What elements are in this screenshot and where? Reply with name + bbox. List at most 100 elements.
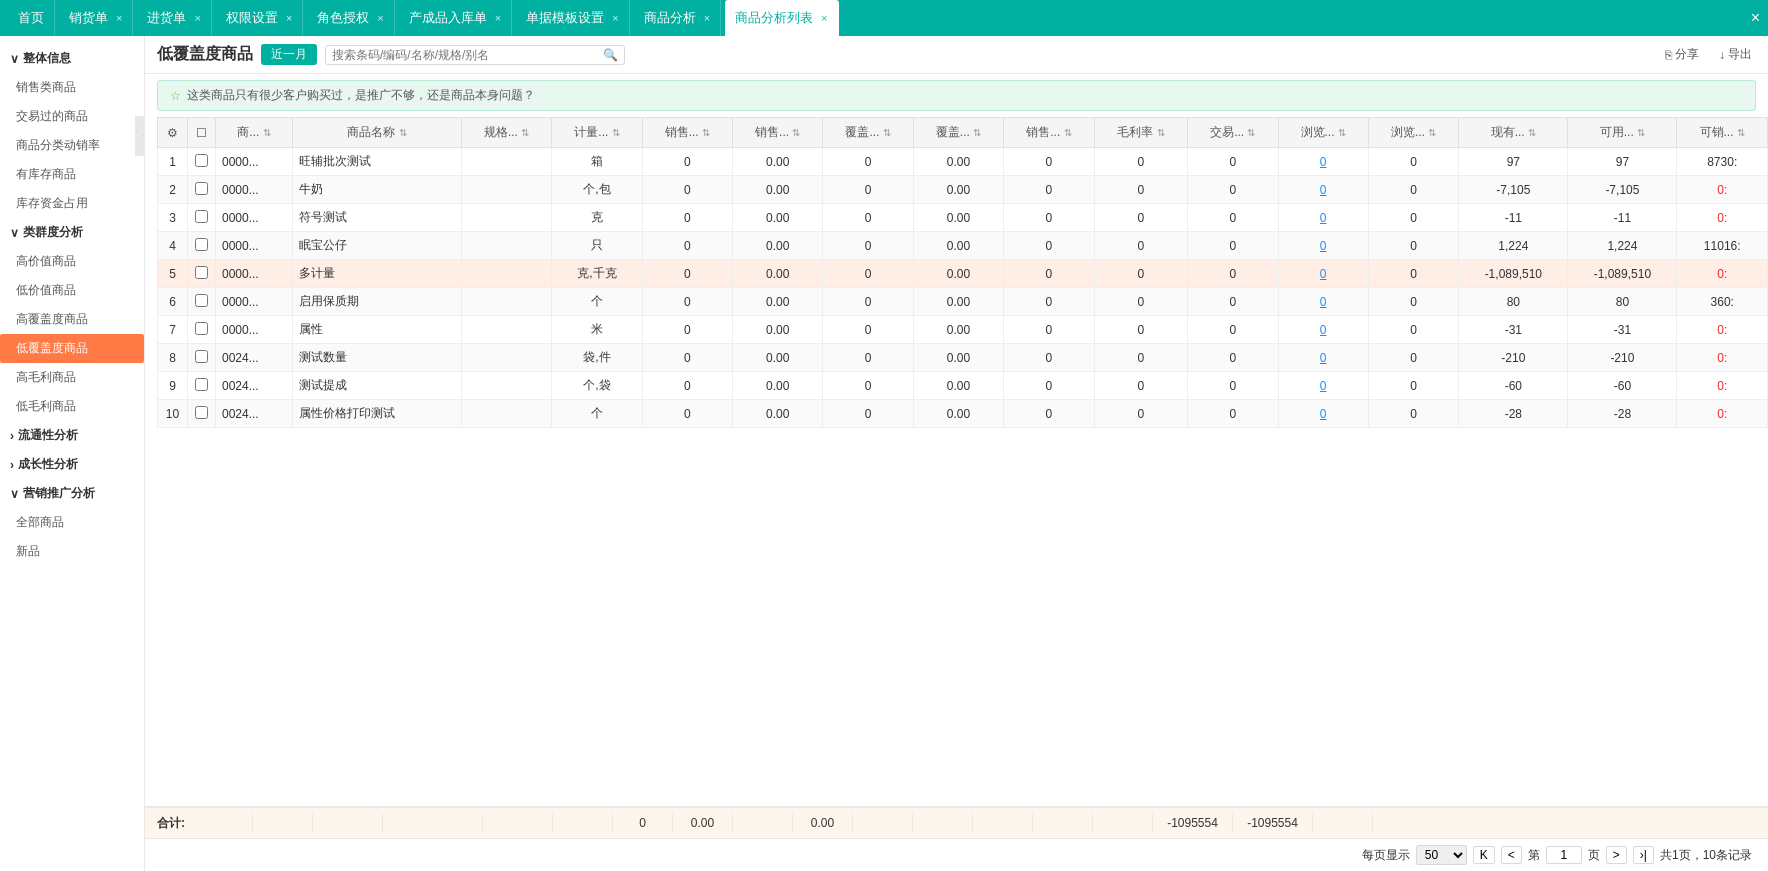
cell-checkbox[interactable] — [188, 372, 216, 400]
export-button[interactable]: ↓ 导出 — [1715, 44, 1756, 65]
cell-checkbox[interactable] — [188, 232, 216, 260]
col-margin: 毛利率 ⇅ — [1094, 118, 1188, 148]
cell-spec — [461, 372, 551, 400]
cell-checkbox[interactable] — [188, 176, 216, 204]
info-text: 这类商品只有很少客户购买过，是推广不够，还是商品本身问题？ — [187, 87, 535, 104]
close-roles-tab[interactable]: × — [377, 12, 383, 24]
sidebar-item-low-margin[interactable]: 低毛利商品 — [0, 392, 144, 421]
cell-sales2: 0.00 — [733, 288, 823, 316]
sidebar-item-stock-capital[interactable]: 库存资金占用 — [0, 189, 144, 218]
first-page-button[interactable]: K — [1473, 846, 1495, 864]
cell-browse1[interactable]: 0 — [1278, 204, 1368, 232]
cell-checkbox[interactable] — [188, 148, 216, 176]
nav-tab-warehouse[interactable]: 产成品入库单 × — [399, 0, 512, 36]
cell-trade: 0 — [1188, 232, 1278, 260]
next-page-button[interactable]: > — [1606, 846, 1627, 864]
footer-spacer10 — [973, 814, 1033, 832]
col-sales1: 销售... ⇅ — [642, 118, 732, 148]
close-purchase-tab[interactable]: × — [194, 12, 200, 24]
close-permissions-tab[interactable]: × — [286, 12, 292, 24]
nav-tab-analysis-list[interactable]: 商品分析列表 × — [725, 0, 838, 36]
cell-checkbox[interactable] — [188, 204, 216, 232]
cell-cover2: 0.00 — [913, 372, 1003, 400]
cell-sales2: 0.00 — [733, 148, 823, 176]
sidebar-group-liquidity[interactable]: › 流通性分析 — [0, 421, 144, 450]
cell-spec — [461, 204, 551, 232]
close-template-tab[interactable]: × — [612, 12, 618, 24]
go-label: 第 — [1528, 847, 1540, 864]
sidebar-group-growth[interactable]: › 成长性分析 — [0, 450, 144, 479]
sidebar-item-category-rate[interactable]: 商品分类动销率 — [0, 131, 144, 160]
sidebar-item-stock-goods[interactable]: 有库存商品 — [0, 160, 144, 189]
sidebar-collapse-button[interactable]: 《 — [135, 116, 145, 156]
sidebar-item-low-value[interactable]: 低价值商品 — [0, 276, 144, 305]
cell-margin: 0 — [1094, 316, 1188, 344]
footer-spacer3 — [313, 814, 383, 832]
cell-browse1[interactable]: 0 — [1278, 316, 1368, 344]
cell-browse1[interactable]: 0 — [1278, 176, 1368, 204]
cell-margin: 0 — [1094, 204, 1188, 232]
nav-tab-permissions[interactable]: 权限设置 × — [216, 0, 303, 36]
close-all-tabs[interactable]: × — [1751, 9, 1760, 27]
col-settings[interactable]: ⚙ — [158, 118, 188, 148]
search-icon[interactable]: 🔍 — [603, 48, 618, 62]
table-header-row: ⚙ ☐ 商... ⇅ 商品名称 ⇅ 规格... ⇅ 计量... ⇅ 销售... … — [158, 118, 1768, 148]
prev-page-button[interactable]: < — [1501, 846, 1522, 864]
data-table: ⚙ ☐ 商... ⇅ 商品名称 ⇅ 规格... ⇅ 计量... ⇅ 销售... … — [157, 117, 1768, 428]
close-warehouse-tab[interactable]: × — [495, 12, 501, 24]
cell-checkbox[interactable] — [188, 400, 216, 428]
col-cover1: 覆盖... ⇅ — [823, 118, 913, 148]
cell-spec — [461, 344, 551, 372]
cell-checkbox[interactable] — [188, 344, 216, 372]
cell-browse1[interactable]: 0 — [1278, 344, 1368, 372]
close-analysis-tab[interactable]: × — [704, 12, 710, 24]
nav-tab-analysis[interactable]: 商品分析 × — [634, 0, 721, 36]
sidebar-item-low-coverage[interactable]: 低覆盖度商品 — [0, 334, 144, 363]
cell-browse1[interactable]: 0 — [1278, 148, 1368, 176]
cell-browse1[interactable]: 0 — [1278, 400, 1368, 428]
time-filter-button[interactable]: 近一月 — [261, 44, 317, 65]
nav-tab-template[interactable]: 单据模板设置 × — [516, 0, 629, 36]
cell-spec — [461, 400, 551, 428]
sidebar-group-overview[interactable]: ∨ 整体信息 — [0, 44, 144, 73]
sidebar-group-marketing[interactable]: ∨ 营销推广分析 — [0, 479, 144, 508]
sidebar-item-high-value[interactable]: 高价值商品 — [0, 247, 144, 276]
search-input[interactable] — [332, 48, 599, 62]
cell-browse1[interactable]: 0 — [1278, 260, 1368, 288]
cell-spec — [461, 288, 551, 316]
cell-cover2: 0.00 — [913, 316, 1003, 344]
search-box: 🔍 — [325, 45, 625, 65]
cell-code: 0024... — [216, 400, 293, 428]
nav-tab-purchase[interactable]: 进货单 × — [137, 0, 211, 36]
sidebar-item-high-margin[interactable]: 高毛利商品 — [0, 363, 144, 392]
nav-tab-home[interactable]: 首页 — [8, 0, 55, 36]
col-code: 商... ⇅ — [216, 118, 293, 148]
sidebar-item-all-goods[interactable]: 全部商品 — [0, 508, 144, 537]
cell-browse1[interactable]: 0 — [1278, 232, 1368, 260]
sidebar-item-high-coverage[interactable]: 高覆盖度商品 — [0, 305, 144, 334]
cell-checkbox[interactable] — [188, 288, 216, 316]
nav-tab-sales[interactable]: 销货单 × — [59, 0, 133, 36]
sidebar-item-traded-goods[interactable]: 交易过的商品 — [0, 102, 144, 131]
share-button[interactable]: ⎘ 分享 — [1661, 44, 1703, 65]
close-sales-tab[interactable]: × — [116, 12, 122, 24]
table-row: 8 0024... 测试数量 袋,件 0 0.00 0 0.00 0 0 0 0… — [158, 344, 1768, 372]
col-checkbox[interactable]: ☐ — [188, 118, 216, 148]
close-analysis-list-tab[interactable]: × — [821, 12, 827, 24]
last-page-button[interactable]: ›| — [1633, 846, 1654, 864]
cell-sales1: 0 — [642, 176, 732, 204]
nav-tab-roles[interactable]: 角色授权 × — [307, 0, 394, 36]
cell-checkbox[interactable] — [188, 316, 216, 344]
page-input[interactable] — [1546, 846, 1582, 864]
sidebar: ∨ 整体信息 销售类商品 交易过的商品 商品分类动销率 有库存商品 库存资金占用… — [0, 36, 145, 871]
sidebar-item-sales-goods[interactable]: 销售类商品 — [0, 73, 144, 102]
cell-browse1[interactable]: 0 — [1278, 372, 1368, 400]
table-row: 3 0000... 符号测试 克 0 0.00 0 0.00 0 0 0 0 0… — [158, 204, 1768, 232]
sidebar-item-new-goods[interactable]: 新品 — [0, 537, 144, 566]
sidebar-group-cluster[interactable]: ∨ 类群度分析 — [0, 218, 144, 247]
col-stock1: 现有... ⇅ — [1459, 118, 1568, 148]
main-layout: ∨ 整体信息 销售类商品 交易过的商品 商品分类动销率 有库存商品 库存资金占用… — [0, 36, 1768, 871]
cell-checkbox[interactable] — [188, 260, 216, 288]
page-size-select[interactable]: 50 10 20 100 — [1416, 845, 1467, 865]
cell-browse1[interactable]: 0 — [1278, 288, 1368, 316]
